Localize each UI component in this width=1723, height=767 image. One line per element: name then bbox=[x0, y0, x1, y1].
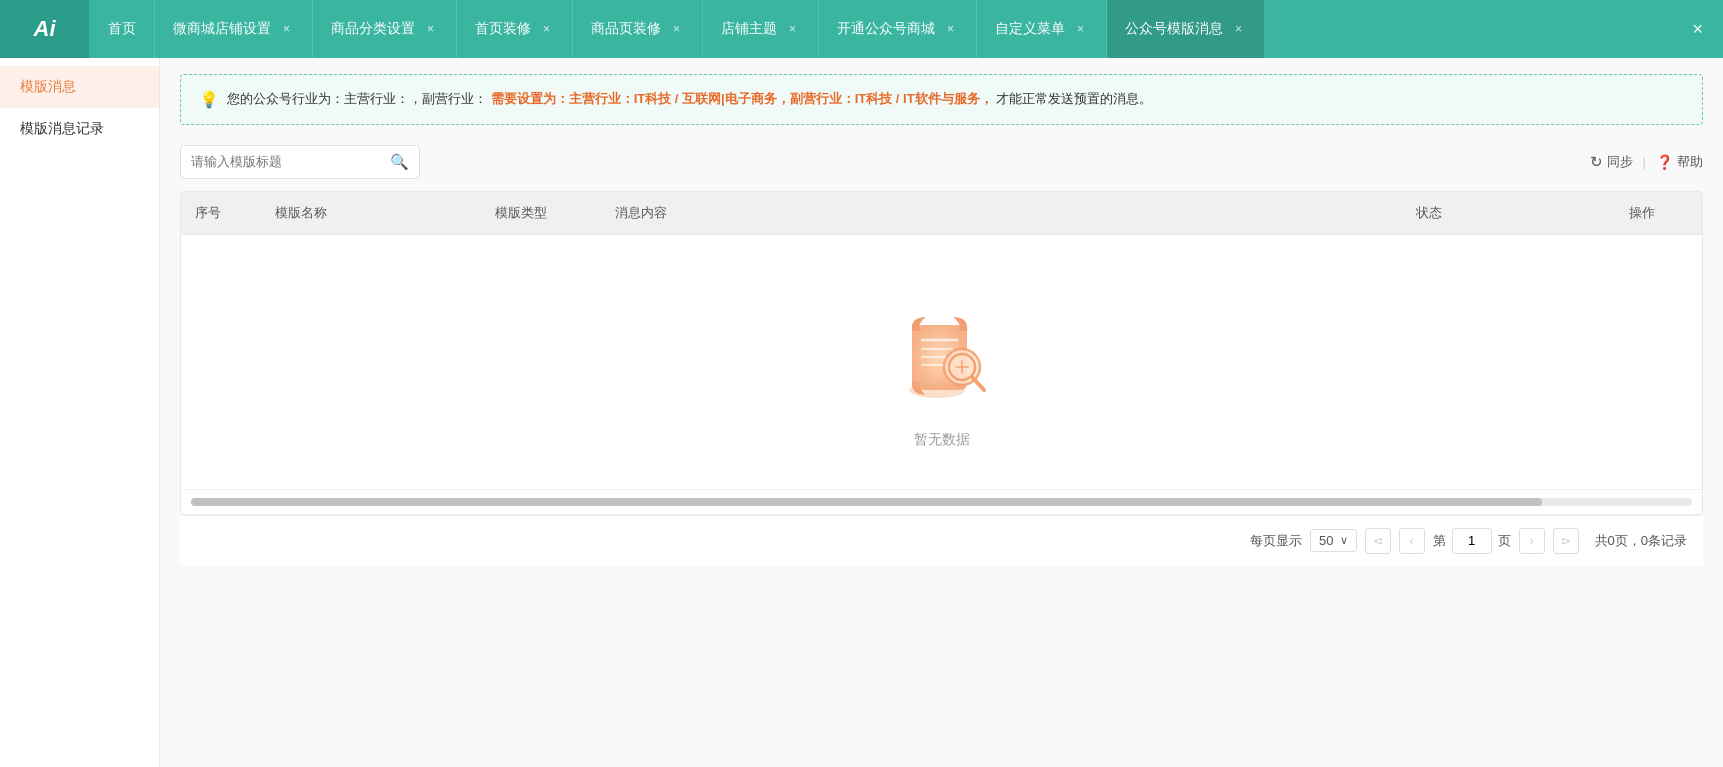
nav-tab-wsc-shop[interactable]: 微商城店铺设置× bbox=[155, 0, 313, 58]
nav-tab-custom-menu[interactable]: 自定义菜单× bbox=[977, 0, 1107, 58]
main-content: 💡 您的公众号行业为：主营行业：，副营行业： 需要设置为：主营行业：IT科技 /… bbox=[160, 58, 1723, 767]
close-tab-wsc-shop[interactable]: × bbox=[279, 20, 294, 38]
close-tab-custom-menu[interactable]: × bbox=[1073, 20, 1088, 38]
col-type: 模版类型 bbox=[481, 192, 601, 234]
toolbar-right: ↻ 同步 | ❓ 帮助 bbox=[1590, 153, 1703, 171]
col-name: 模版名称 bbox=[261, 192, 481, 234]
close-tab-shop-theme[interactable]: × bbox=[785, 20, 800, 38]
total-records: 共0页，0条记录 bbox=[1595, 532, 1687, 550]
first-page-button[interactable]: ⊲ bbox=[1365, 528, 1391, 554]
empty-illustration bbox=[882, 295, 1002, 415]
svg-line-8 bbox=[972, 377, 984, 390]
close-tab-home-decor[interactable]: × bbox=[539, 20, 554, 38]
nav-tab-home[interactable]: 首页 bbox=[90, 0, 155, 58]
search-input[interactable] bbox=[191, 154, 390, 169]
data-table: 序号 模版名称 模版类型 消息内容 状态 操作 bbox=[180, 191, 1703, 515]
col-action: 操作 bbox=[1582, 192, 1702, 234]
sidebar-item-template-msg-record[interactable]: 模版消息记录 bbox=[0, 108, 159, 150]
page-input-wrap: 第 页 bbox=[1433, 528, 1511, 554]
scrollbar-thumb[interactable] bbox=[191, 498, 1542, 506]
top-navigation: Ai 首页微商城店铺设置×商品分类设置×首页装修×商品页装修×店铺主题×开通公众… bbox=[0, 0, 1723, 58]
nav-tab-shop-theme[interactable]: 店铺主题× bbox=[703, 0, 819, 58]
search-icon[interactable]: 🔍 bbox=[390, 153, 409, 171]
page-unit: 页 bbox=[1498, 532, 1511, 550]
page-number-input[interactable] bbox=[1452, 528, 1492, 554]
per-page-label: 每页显示 bbox=[1250, 532, 1302, 550]
last-page-button[interactable]: ⊳ bbox=[1553, 528, 1579, 554]
close-tab-template-msg[interactable]: × bbox=[1231, 20, 1246, 38]
notice-box: 💡 您的公众号行业为：主营行业：，副营行业： 需要设置为：主营行业：IT科技 /… bbox=[180, 74, 1703, 125]
nav-tab-template-msg[interactable]: 公众号模版消息× bbox=[1107, 0, 1265, 58]
col-status: 状态 bbox=[1402, 192, 1582, 234]
per-page-value: 50 bbox=[1319, 533, 1333, 548]
close-tab-product-decor[interactable]: × bbox=[669, 20, 684, 38]
sidebar: 模版消息模版消息记录 bbox=[0, 58, 160, 767]
notice-text: 您的公众号行业为：主营行业：，副营行业： 需要设置为：主营行业：IT科技 / 互… bbox=[227, 89, 1152, 110]
nav-tab-home-decor[interactable]: 首页装修× bbox=[457, 0, 573, 58]
col-content: 消息内容 bbox=[601, 192, 1402, 234]
main-layout: 模版消息模版消息记录 💡 您的公众号行业为：主营行业：，副营行业： 需要设置为：… bbox=[0, 58, 1723, 767]
empty-text: 暂无数据 bbox=[914, 431, 970, 449]
col-seq: 序号 bbox=[181, 192, 261, 234]
sync-icon: ↻ bbox=[1590, 153, 1603, 171]
horizontal-scrollbar[interactable] bbox=[181, 489, 1702, 514]
prev-page-button[interactable]: ‹ bbox=[1399, 528, 1425, 554]
nav-tab-product-category[interactable]: 商品分类设置× bbox=[313, 0, 457, 58]
close-tab-open-wechat-mall[interactable]: × bbox=[943, 20, 958, 38]
empty-state: 暂无数据 bbox=[181, 235, 1702, 489]
per-page-select[interactable]: 50 ∨ bbox=[1310, 529, 1356, 552]
sync-button[interactable]: ↻ 同步 bbox=[1590, 153, 1633, 171]
close-all-button[interactable]: × bbox=[1672, 0, 1723, 58]
next-page-button[interactable]: › bbox=[1519, 528, 1545, 554]
close-tab-product-category[interactable]: × bbox=[423, 20, 438, 38]
app-logo: Ai bbox=[0, 0, 90, 58]
chevron-down-icon: ∨ bbox=[1340, 534, 1348, 547]
nav-tab-product-decor[interactable]: 商品页装修× bbox=[573, 0, 703, 58]
nav-tab-open-wechat-mall[interactable]: 开通公众号商城× bbox=[819, 0, 977, 58]
page-label: 第 bbox=[1433, 532, 1446, 550]
table-header: 序号 模版名称 模版类型 消息内容 状态 操作 bbox=[181, 192, 1702, 235]
search-box[interactable]: 🔍 bbox=[180, 145, 420, 179]
scrollbar-track bbox=[191, 498, 1692, 506]
pagination: 每页显示 50 ∨ ⊲ ‹ 第 页 › ⊳ 共0页，0条记录 bbox=[180, 515, 1703, 566]
help-button[interactable]: ❓ 帮助 bbox=[1656, 153, 1703, 171]
toolbar: 🔍 ↻ 同步 | ❓ 帮助 bbox=[180, 145, 1703, 179]
lightbulb-icon: 💡 bbox=[199, 90, 219, 109]
help-icon: ❓ bbox=[1656, 154, 1673, 170]
sidebar-item-template-msg[interactable]: 模版消息 bbox=[0, 66, 159, 108]
